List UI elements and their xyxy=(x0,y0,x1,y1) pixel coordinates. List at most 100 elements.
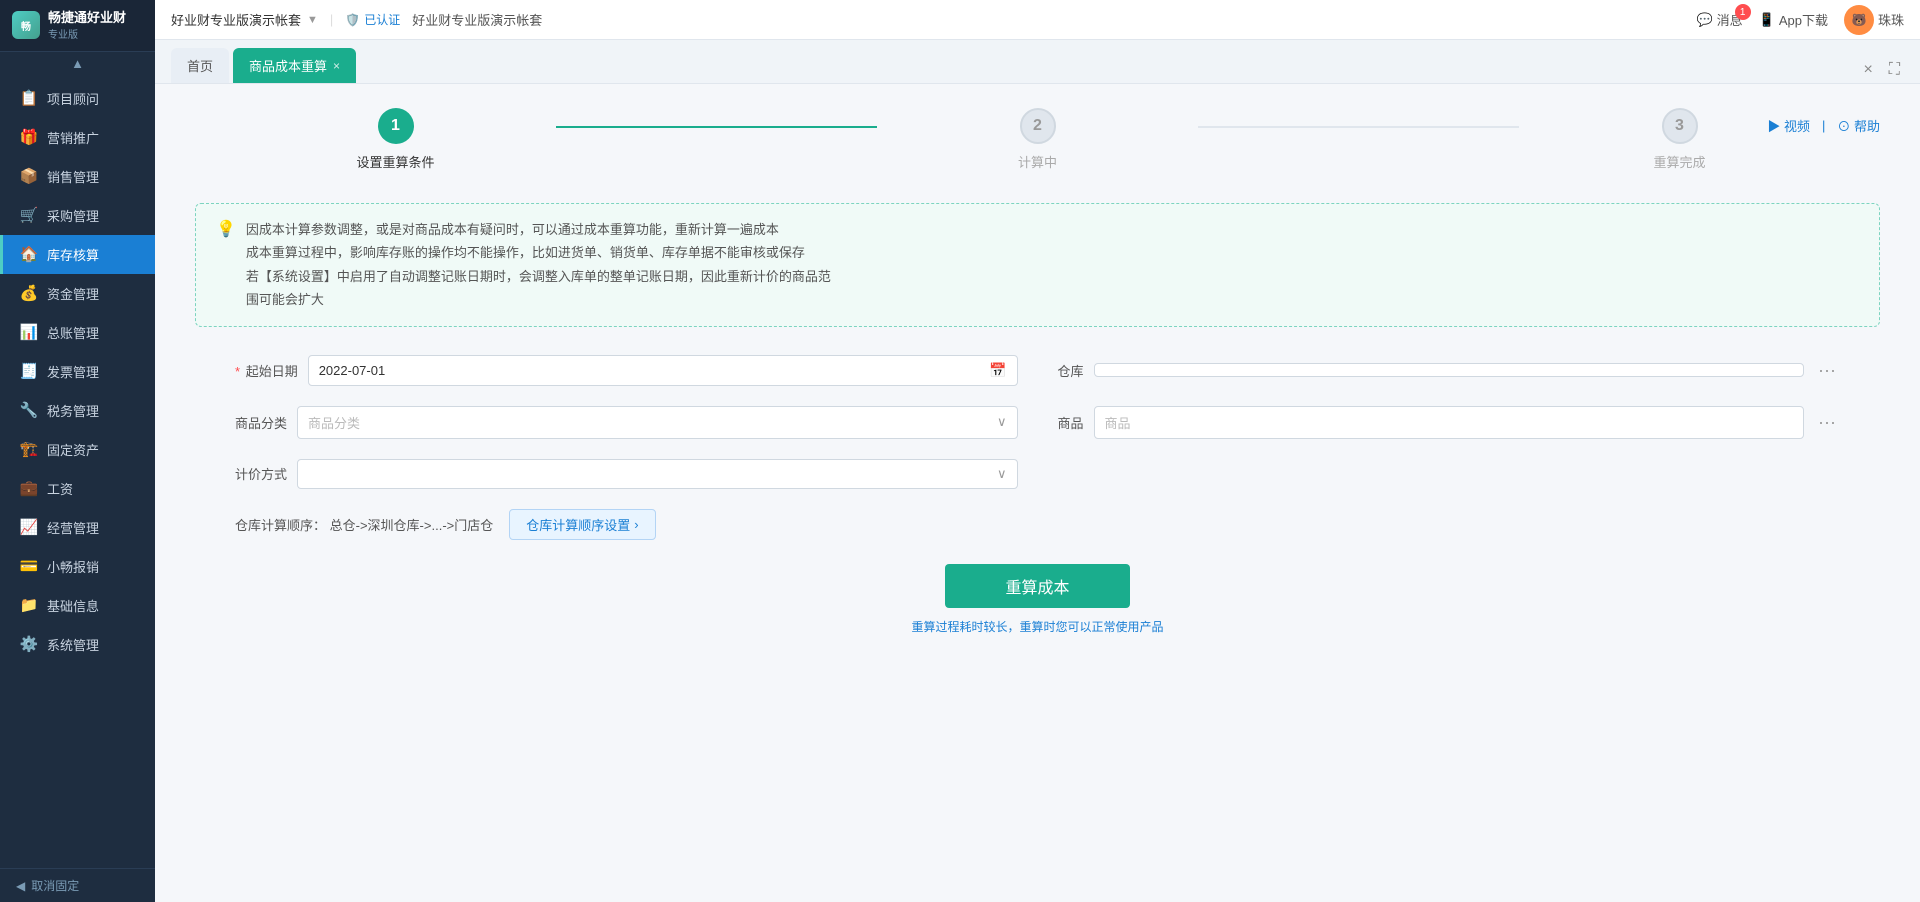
warehouse-order-btn-label: 仓库计算顺序设置 xyxy=(526,515,630,534)
sidebar-item-sales[interactable]: 📦 销售管理 xyxy=(0,157,155,196)
notice-line-1: 因成本计算参数调整，或是对商品成本有疑问时，可以通过成本重算功能，重新计算一遍成… xyxy=(246,218,831,241)
sidebar-item-inventory[interactable]: 🏠 库存核算 xyxy=(0,235,155,274)
sidebar-label-marketing: 营销推广 xyxy=(47,128,99,147)
tab-home[interactable]: 首页 xyxy=(171,48,229,83)
sidebar-label-invoice: 发票管理 xyxy=(47,362,99,381)
category-chevron-icon: ∨ xyxy=(997,414,1007,430)
category-select[interactable]: 商品分类 ∨ xyxy=(297,406,1017,439)
verified-badge: 🛡️ 已认证 xyxy=(345,11,400,28)
tab-home-label: 首页 xyxy=(187,56,213,75)
sidebar-item-accounting[interactable]: 📊 总账管理 xyxy=(0,313,155,352)
step-line-1 xyxy=(556,126,877,128)
sidebar-item-operations[interactable]: 📈 经营管理 xyxy=(0,508,155,547)
step-3-circle: 3 xyxy=(1662,108,1698,144)
account-selector-text: 好业财专业版演示帐套 xyxy=(171,10,301,29)
app-subtitle: 专业版 xyxy=(48,26,126,41)
warehouse-order-btn-arrow: › xyxy=(634,517,638,532)
notice-line-2: 成本重算过程中，影响库存账的操作均不能操作，比如进货单、销货单、库存单据不能审核… xyxy=(246,241,831,264)
help-link[interactable]: ⊙ 帮助 xyxy=(1837,116,1880,135)
start-date-input[interactable]: 2022-07-01 📅 xyxy=(308,355,1018,386)
sidebar-item-system[interactable]: ⚙️ 系统管理 xyxy=(0,625,155,664)
warehouse-input[interactable] xyxy=(1094,363,1805,377)
app-download-btn[interactable]: 📱 App下载 xyxy=(1759,10,1828,29)
topbar-right: 💬 消息 1 📱 App下载 🐻 珠珠 xyxy=(1696,5,1904,35)
sidebar-label-inventory: 库存核算 xyxy=(47,245,99,264)
sidebar-icon-payroll: 💼 xyxy=(19,479,39,497)
recalc-btn[interactable]: 重算成本 xyxy=(945,564,1129,608)
sidebar-item-expense[interactable]: 💳 小畅报销 xyxy=(0,547,155,586)
notice-line-4: 围可能会扩大 xyxy=(246,288,831,311)
sidebar-icon-system: ⚙️ xyxy=(19,635,39,653)
sidebar-label-operations: 经营管理 xyxy=(47,518,99,537)
video-link[interactable]: ▶ 视频 xyxy=(1767,116,1810,135)
sidebar-label-payroll: 工资 xyxy=(47,479,73,498)
sidebar-item-finance[interactable]: 💰 资金管理 xyxy=(0,274,155,313)
step-2: 2 计算中 xyxy=(877,108,1198,171)
notice-text: 因成本计算参数调整，或是对商品成本有疑问时，可以通过成本重算功能，重新计算一遍成… xyxy=(246,218,831,312)
warehouse-more-btn[interactable]: ··· xyxy=(1814,360,1840,381)
form-row-2: 商品分类 商品分类 ∨ 商品 商品 ··· xyxy=(235,406,1840,439)
sidebar-scroll-up[interactable]: ▲ xyxy=(0,52,155,75)
sidebar-nav: 📋 项目顾问 🎁 营销推广 📦 销售管理 🛒 采购管理 🏠 库存核算 💰 资金管… xyxy=(0,75,155,868)
sidebar-unpin[interactable]: ◀ 取消固定 xyxy=(0,868,155,902)
sidebar-item-purchase[interactable]: 🛒 采购管理 xyxy=(0,196,155,235)
unpin-label: 取消固定 xyxy=(31,877,79,894)
sidebar-item-tax[interactable]: 🔧 税务管理 xyxy=(0,391,155,430)
sidebar-icon-expense: 💳 xyxy=(19,557,39,575)
user-avatar-group[interactable]: 🐻 珠珠 xyxy=(1844,5,1904,35)
sidebar-item-invoice[interactable]: 🧾 发票管理 xyxy=(0,352,155,391)
pricing-field: 计价方式 ∨ xyxy=(235,459,1018,489)
account-selector-group[interactable]: 好业财专业版演示帐套 ▼ xyxy=(171,10,318,29)
sidebar-label-finance: 资金管理 xyxy=(47,284,99,303)
sidebar-icon-purchase: 🛒 xyxy=(19,206,39,224)
sidebar-icon-project: 📋 xyxy=(19,89,39,107)
message-btn[interactable]: 💬 消息 1 xyxy=(1696,10,1742,29)
sidebar-item-basic[interactable]: 📁 基础信息 xyxy=(0,586,155,625)
sidebar-label-system: 系统管理 xyxy=(47,635,99,654)
sidebar-icon-accounting: 📊 xyxy=(19,323,39,341)
app-title: 畅捷通好业财 xyxy=(48,10,126,26)
goods-more-btn[interactable]: ··· xyxy=(1814,412,1840,433)
calendar-icon: 📅 xyxy=(989,362,1006,379)
sidebar-label-tax: 税务管理 xyxy=(47,401,99,420)
tabbar-controls: × ⛶ xyxy=(1859,57,1904,83)
window-close-btn[interactable]: × xyxy=(1859,57,1876,83)
tab-cost-recalc[interactable]: 商品成本重算 × xyxy=(233,48,356,83)
sidebar-label-basic: 基础信息 xyxy=(47,596,99,615)
sidebar-header: 畅 畅捷通好业财 专业版 xyxy=(0,0,155,52)
notice-line-3: 若【系统设置】中启用了自动调整记账日期时，会调整入库单的整单记账日期，因此重新计… xyxy=(246,265,831,288)
step-1-label: 设置重算条件 xyxy=(356,152,434,171)
sidebar-item-marketing[interactable]: 🎁 营销推广 xyxy=(0,118,155,157)
goods-placeholder: 商品 xyxy=(1105,413,1131,432)
warehouse-order-btn[interactable]: 仓库计算顺序设置 › xyxy=(509,509,655,540)
window-expand-btn[interactable]: ⛶ xyxy=(1885,57,1904,83)
sidebar-icon-invoice: 🧾 xyxy=(19,362,39,380)
step-3-label: 重算完成 xyxy=(1653,152,1705,171)
sidebar-item-project[interactable]: 📋 项目顾问 xyxy=(0,79,155,118)
topbar: 好业财专业版演示帐套 ▼ | 🛡️ 已认证 好业财专业版演示帐套 💬 消息 1 … xyxy=(155,0,1920,40)
warehouse-order-row: 仓库计算顺序： 总仓->深圳仓库->...->门店仓 仓库计算顺序设置 › xyxy=(235,509,1840,540)
sidebar-label-accounting: 总账管理 xyxy=(47,323,99,342)
sidebar-item-assets[interactable]: 🏗️ 固定资产 xyxy=(0,430,155,469)
app-download-label: App下载 xyxy=(1779,10,1828,29)
form-row-3: 计价方式 ∨ xyxy=(235,459,1840,489)
sidebar-icon-inventory: 🏠 xyxy=(19,245,39,263)
goods-input[interactable]: 商品 xyxy=(1094,406,1805,439)
steps-container: 1 设置重算条件 2 计算中 3 重算完成 xyxy=(195,108,1880,171)
warehouse-label: 仓库 xyxy=(1058,361,1084,380)
pricing-chevron-icon: ∨ xyxy=(997,466,1007,482)
sidebar-icon-operations: 📈 xyxy=(19,518,39,536)
tab-close-icon[interactable]: × xyxy=(333,59,340,73)
topbar-account-name: 好业财专业版演示帐套 xyxy=(412,10,542,29)
notice-icon: 💡 xyxy=(216,219,236,312)
steps-section: 1 设置重算条件 2 计算中 3 重算完成 xyxy=(195,108,1880,171)
sidebar-label-sales: 销售管理 xyxy=(47,167,99,186)
step-1: 1 设置重算条件 xyxy=(235,108,556,171)
category-label: 商品分类 xyxy=(235,413,287,432)
warehouse-order-label: 仓库计算顺序： 总仓->深圳仓库->...->门店仓 xyxy=(235,515,493,534)
user-name: 珠珠 xyxy=(1878,10,1904,29)
pricing-select[interactable]: ∨ xyxy=(297,459,1017,489)
help-links: ▶ 视频 | ⊙ 帮助 xyxy=(1767,116,1880,135)
sidebar-item-payroll[interactable]: 💼 工资 xyxy=(0,469,155,508)
recalc-section: 重算成本 重算过程耗时较长，重算时您可以正常使用产品 xyxy=(235,564,1840,635)
